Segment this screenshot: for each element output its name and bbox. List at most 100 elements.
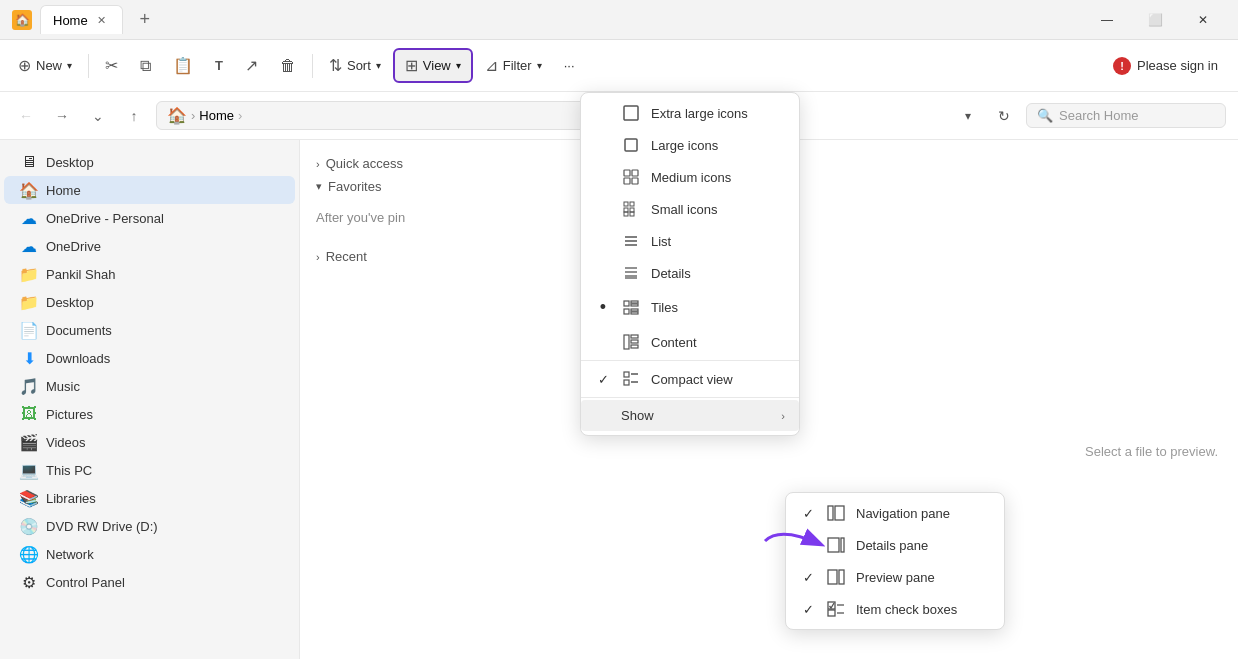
extra-large-icon <box>621 105 641 121</box>
tab-close-button[interactable]: ✕ <box>94 12 110 28</box>
menu-item-compact-view[interactable]: ✓ Compact view <box>581 363 799 395</box>
compact-view-check: ✓ <box>595 372 611 387</box>
share-button[interactable]: ↗ <box>235 50 268 81</box>
svg-rect-25 <box>624 335 629 349</box>
svg-rect-21 <box>631 304 638 306</box>
quick-access-label: Quick access <box>326 156 403 171</box>
more-button[interactable]: ··· <box>554 52 585 79</box>
view-dropdown-menu: Extra large icons Large icons Medium ico… <box>580 92 800 436</box>
details-label: Details <box>651 266 691 281</box>
breadcrumb-separator: › <box>191 108 195 123</box>
rename-icon: T <box>215 58 223 73</box>
sidebar-item-desktop[interactable]: 📁 Desktop <box>4 288 295 316</box>
sidebar-item-downloads[interactable]: ⬇ Downloads <box>4 344 295 372</box>
view-button[interactable]: ⊞ View ▾ <box>393 48 473 83</box>
svg-rect-9 <box>630 208 634 212</box>
preview-hint: Select a file to preview. <box>1085 444 1218 459</box>
sidebar-item-thispc[interactable]: 💻 This PC <box>4 456 295 484</box>
view-label: View <box>423 58 451 73</box>
navigation-pane-label: Navigation pane <box>856 506 950 521</box>
minimize-button[interactable]: — <box>1084 5 1130 35</box>
sort-button[interactable]: ⇅ Sort ▾ <box>319 50 391 81</box>
new-button[interactable]: ⊕ New ▾ <box>8 50 82 81</box>
sidebar-item-controlpanel[interactable]: ⚙ Control Panel <box>4 568 295 596</box>
address-dropdown-button[interactable]: ▾ <box>954 102 982 130</box>
favorites-label: Favorites <box>328 179 381 194</box>
home-sidebar-icon: 🏠 <box>20 181 38 199</box>
new-label: New <box>36 58 62 73</box>
svg-rect-26 <box>631 335 638 338</box>
rename-button[interactable]: T <box>205 52 233 79</box>
sidebar-label-network: Network <box>46 547 94 562</box>
recent-locations-button[interactable]: ⌄ <box>84 102 112 130</box>
preview-pane-icon <box>826 569 846 585</box>
menu-item-list[interactable]: List <box>581 225 799 257</box>
sidebar-item-videos[interactable]: 🎬 Videos <box>4 428 295 456</box>
sidebar-label-libraries: Libraries <box>46 491 96 506</box>
more-icon: ··· <box>564 58 575 73</box>
sort-label: Sort <box>347 58 371 73</box>
menu-item-small-icons[interactable]: Small icons <box>581 193 799 225</box>
search-icon: 🔍 <box>1037 108 1053 123</box>
new-tab-button[interactable]: + <box>131 6 159 34</box>
menu-item-extra-large-icons[interactable]: Extra large icons <box>581 97 799 129</box>
thispc-icon: 💻 <box>20 461 38 479</box>
sidebar-item-documents[interactable]: 📄 Documents <box>4 316 295 344</box>
sidebar-item-home[interactable]: 🏠 Home <box>4 176 295 204</box>
forward-button[interactable]: → <box>48 102 76 130</box>
compact-view-label: Compact view <box>651 372 733 387</box>
search-box[interactable]: 🔍 Search Home <box>1026 103 1226 128</box>
menu-item-details[interactable]: Details <box>581 257 799 289</box>
tiles-icon <box>621 300 641 316</box>
sidebar-item-music[interactable]: 🎵 Music <box>4 372 295 400</box>
sign-in-button[interactable]: ! Please sign in <box>1101 51 1230 81</box>
filter-button[interactable]: ⊿ Filter ▾ <box>475 50 552 81</box>
refresh-button[interactable]: ↻ <box>990 102 1018 130</box>
svg-rect-29 <box>624 372 629 377</box>
menu-item-show[interactable]: Show › <box>581 400 799 431</box>
sidebar-item-pictures[interactable]: 🖼 Pictures <box>4 400 295 428</box>
svg-rect-2 <box>624 170 630 176</box>
sidebar-item-dvd[interactable]: 💿 DVD RW Drive (D:) <box>4 512 295 540</box>
back-button[interactable]: ← <box>12 102 40 130</box>
music-icon: 🎵 <box>20 377 38 395</box>
sidebar-item-onedrive-personal[interactable]: ☁ OneDrive - Personal <box>4 204 295 232</box>
toolbar-separator-2 <box>312 54 313 78</box>
svg-rect-7 <box>630 202 634 206</box>
up-button[interactable]: ↑ <box>120 102 148 130</box>
sidebar-label-home: Home <box>46 183 81 198</box>
cut-button[interactable]: ✂ <box>95 50 128 81</box>
copy-button[interactable]: ⧉ <box>130 51 161 81</box>
sidebar-label-documents: Documents <box>46 323 112 338</box>
sidebar-label-onedrive: OneDrive <box>46 239 101 254</box>
menu-item-content[interactable]: Content <box>581 326 799 358</box>
submenu-item-check-boxes[interactable]: ✓ Item check boxes <box>786 593 1004 625</box>
view-icon: ⊞ <box>405 56 418 75</box>
delete-button[interactable]: 🗑 <box>270 51 306 81</box>
menu-item-tiles[interactable]: • Tiles <box>581 289 799 326</box>
sidebar-item-pankil[interactable]: 📁 Pankil Shah <box>4 260 295 288</box>
videos-icon: 🎬 <box>20 433 38 451</box>
sidebar-label-thispc: This PC <box>46 463 92 478</box>
paste-button[interactable]: 📋 <box>163 50 203 81</box>
sidebar-label-pankil: Pankil Shah <box>46 267 115 282</box>
sidebar-item-desktop-top[interactable]: 🖥 Desktop <box>4 148 295 176</box>
sidebar-item-libraries[interactable]: 📚 Libraries <box>4 484 295 512</box>
libraries-icon: 📚 <box>20 489 38 507</box>
svg-rect-24 <box>631 312 638 314</box>
close-button[interactable]: ✕ <box>1180 5 1226 35</box>
maximize-button[interactable]: ⬜ <box>1132 5 1178 35</box>
tab-home[interactable]: Home ✕ <box>40 5 123 34</box>
downloads-icon: ⬇ <box>20 349 38 367</box>
sidebar-item-network[interactable]: 🌐 Network <box>4 540 295 568</box>
sidebar-item-onedrive[interactable]: ☁ OneDrive <box>4 232 295 260</box>
small-label: Small icons <box>651 202 717 217</box>
sidebar-label-pictures: Pictures <box>46 407 93 422</box>
menu-item-medium-icons[interactable]: Medium icons <box>581 161 799 193</box>
menu-item-large-icons[interactable]: Large icons <box>581 129 799 161</box>
favorites-chevron: ▾ <box>316 180 322 193</box>
share-icon: ↗ <box>245 56 258 75</box>
paste-icon: 📋 <box>173 56 193 75</box>
new-icon: ⊕ <box>18 56 31 75</box>
svg-rect-40 <box>828 610 835 616</box>
